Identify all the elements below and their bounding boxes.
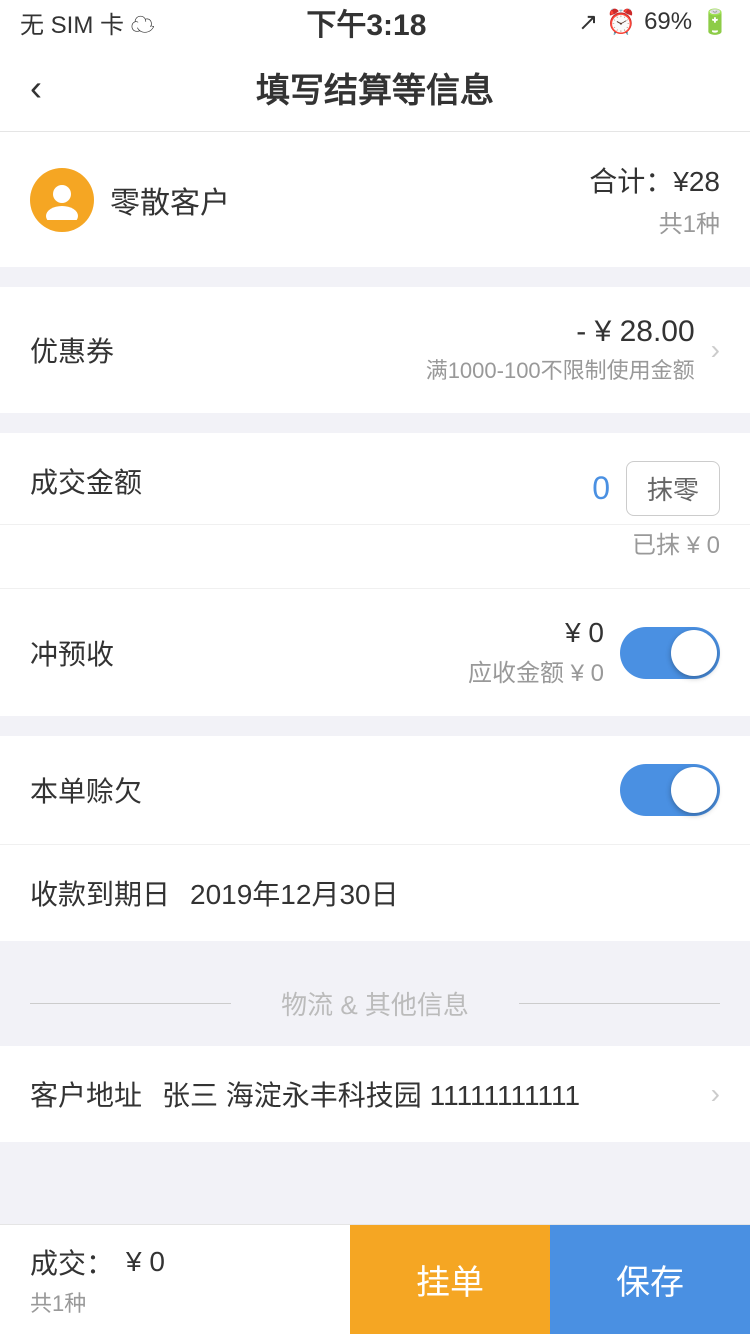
status-time: 下午3:18	[306, 0, 426, 44]
credit-toggle-area	[620, 764, 720, 816]
coupon-value-block: - ¥ 28.00 满1000-100不限制使用金额	[426, 315, 695, 385]
bottom-deal-row: 成交： ¥ 0	[30, 1242, 320, 1282]
credit-label: 本单赊欠	[30, 770, 142, 810]
credit-toggle-knob	[671, 767, 717, 813]
toggle-knob	[671, 630, 717, 676]
customer-right: 合计：¥28 共1种	[589, 160, 720, 239]
transaction-amount-row: 成交金额 抹零	[0, 433, 750, 525]
prepay-label: 冲预收	[30, 633, 114, 673]
status-right: ↗ ⏰ 69% 🔋	[578, 8, 730, 37]
chevron-right-icon: ›	[711, 334, 720, 366]
status-left: 无 SIM 卡 ☁	[20, 5, 155, 40]
customer-name: 零散客户	[110, 178, 230, 222]
location-icon: ↗	[578, 8, 598, 37]
address-chevron-icon: ›	[711, 1078, 720, 1110]
bottom-deal-label: 成交：	[30, 1242, 114, 1282]
coupon-desc: 满1000-100不限制使用金额	[426, 353, 695, 385]
logistics-label: 物流 & 其他信息	[281, 985, 469, 1022]
customer-total: 合计：¥28	[589, 160, 720, 200]
prepay-block: ¥ 0 应收金额 ¥ 0	[468, 617, 604, 688]
transaction-section: 成交金额 抹零 已抹 ¥ 0 冲预收 ¥ 0 应收金额 ¥ 0	[0, 433, 750, 716]
prepay-row: 冲预收 ¥ 0 应收金额 ¥ 0	[0, 588, 750, 716]
logistics-line-right	[519, 1003, 720, 1004]
bottom-count: 共1种	[30, 1286, 320, 1318]
transaction-input[interactable]	[530, 470, 610, 507]
back-button[interactable]: ‹	[30, 67, 42, 109]
coupon-label: 优惠券	[30, 330, 114, 370]
transaction-label: 成交金额	[30, 461, 142, 501]
battery-label: 69%	[644, 8, 692, 36]
credit-row: 本单赊欠	[0, 736, 750, 845]
logistics-line-left	[30, 1003, 231, 1004]
round-zero-button[interactable]: 抹零	[626, 461, 720, 516]
customer-row: 零散客户 合计：¥28 共1种	[0, 132, 750, 267]
already-rounded-row: 已抹 ¥ 0	[0, 525, 750, 588]
no-sim-label: 无 SIM 卡 ☁	[20, 5, 155, 40]
hang-button[interactable]: 挂单	[350, 1225, 550, 1334]
due-date-value: 2019年12月30日	[190, 873, 399, 913]
customer-avatar	[30, 168, 94, 232]
prepay-value-area: ¥ 0 应收金额 ¥ 0	[468, 617, 720, 688]
logistics-divider: 物流 & 其他信息	[0, 961, 750, 1046]
bottom-info: 成交： ¥ 0 共1种	[0, 1225, 350, 1334]
credit-section: 本单赊欠 收款到期日 2019年12月30日	[0, 736, 750, 941]
user-icon	[42, 180, 82, 220]
already-rounded-text: 已抹 ¥ 0	[632, 525, 720, 560]
due-date-row: 收款到期日 2019年12月30日	[0, 845, 750, 941]
coupon-discount: - ¥ 28.00	[426, 315, 695, 349]
credit-toggle[interactable]	[620, 764, 720, 816]
battery-icon: 🔋	[700, 8, 730, 37]
customer-left: 零散客户	[30, 168, 230, 232]
address-value: 张三 海淀永丰科技园 11111111111	[162, 1074, 691, 1114]
coupon-value-area: - ¥ 28.00 满1000-100不限制使用金额 ›	[426, 315, 720, 385]
prepay-toggle[interactable]	[620, 627, 720, 679]
bottom-bar: 成交： ¥ 0 共1种 挂单 保存	[0, 1224, 750, 1334]
prepay-receivable: 应收金额 ¥ 0	[468, 653, 604, 688]
content-area: 零散客户 合计：¥28 共1种 优惠券 - ¥ 28.00 满1000-100不…	[0, 132, 750, 1282]
nav-bar: ‹ 填写结算等信息	[0, 44, 750, 132]
due-date-label: 收款到期日	[30, 873, 170, 913]
transaction-value-area: 抹零	[530, 461, 720, 516]
address-row[interactable]: 客户地址 张三 海淀永丰科技园 11111111111 ›	[0, 1046, 750, 1142]
page-title: 填写结算等信息	[256, 63, 494, 112]
customer-count: 共1种	[589, 204, 720, 239]
alarm-icon: ⏰	[606, 8, 636, 37]
coupon-row[interactable]: 优惠券 - ¥ 28.00 满1000-100不限制使用金额 ›	[0, 287, 750, 413]
coupon-section[interactable]: 优惠券 - ¥ 28.00 满1000-100不限制使用金额 ›	[0, 287, 750, 413]
address-label: 客户地址	[30, 1074, 142, 1114]
bottom-deal-amount: ¥ 0	[126, 1246, 165, 1278]
prepay-amount: ¥ 0	[468, 617, 604, 649]
save-button[interactable]: 保存	[550, 1225, 750, 1334]
status-bar: 无 SIM 卡 ☁ 下午3:18 ↗ ⏰ 69% 🔋	[0, 0, 750, 44]
